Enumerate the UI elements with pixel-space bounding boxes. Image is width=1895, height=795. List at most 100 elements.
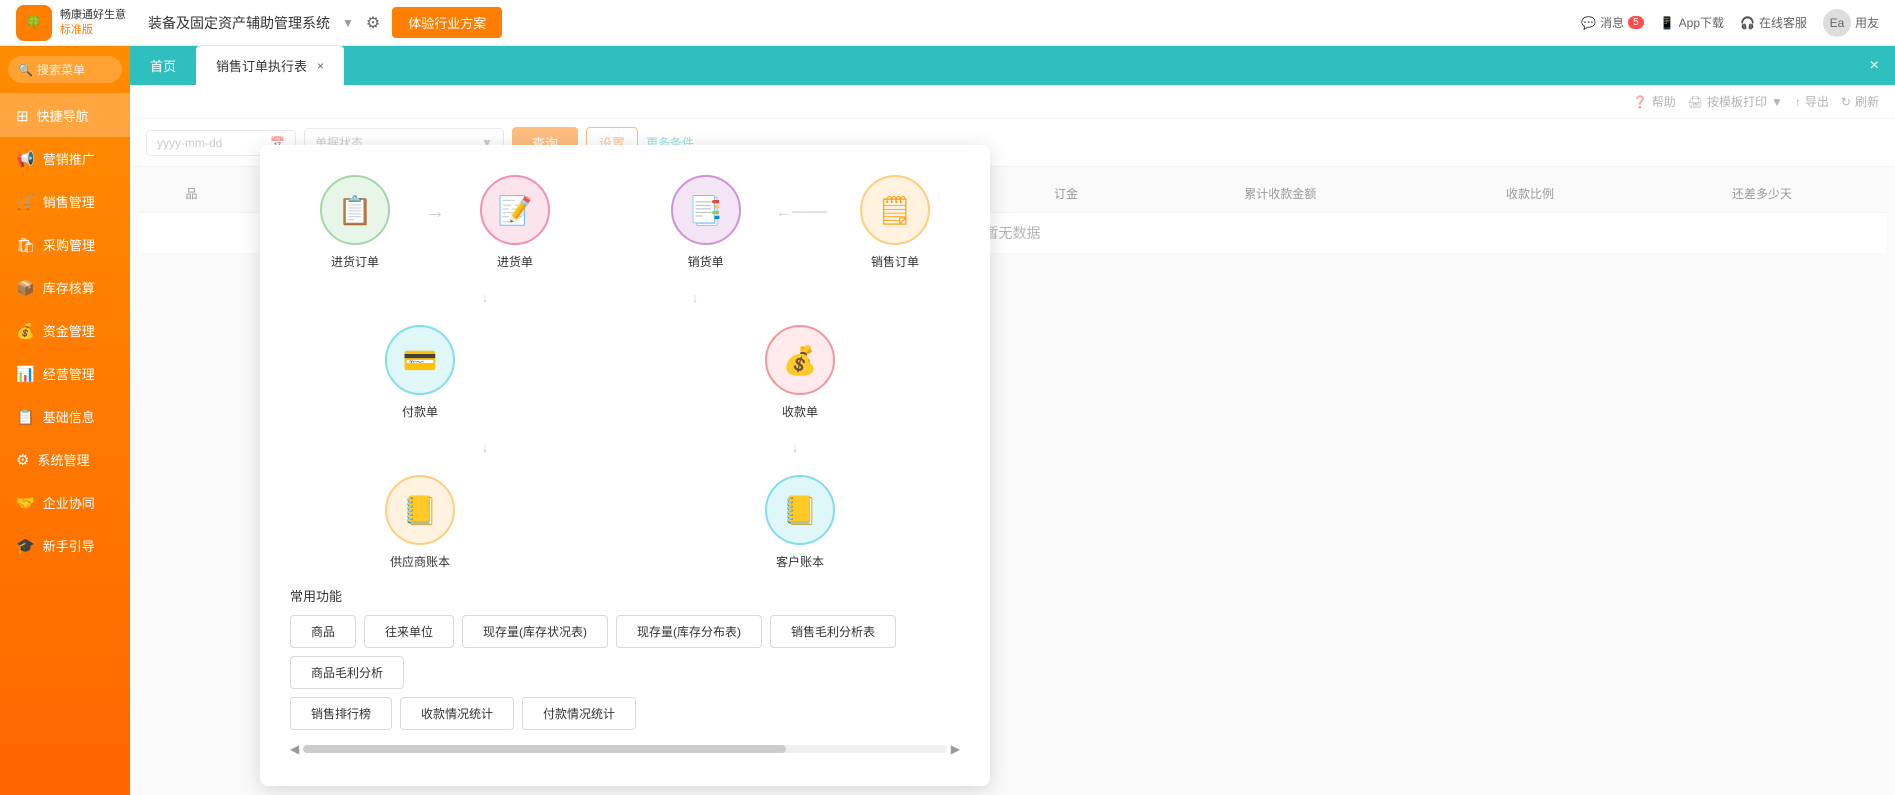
sidebar-item-enterprise[interactable]: 🤝 企业协同: [0, 481, 130, 524]
sidebar-item-label-inventory: 库存核算: [43, 278, 95, 297]
common-btn-product[interactable]: 商品: [290, 615, 356, 648]
tab-home[interactable]: 首页: [130, 46, 196, 85]
system-dropdown-arrow[interactable]: ▼: [342, 16, 354, 30]
arrow-pay-down: ↓: [420, 440, 550, 455]
app-container: 🍀 畅康通好生意 标准版 装备及固定资产辅助管理系统 ▼ ⚙ 体验行业方案 💬 …: [0, 0, 1895, 795]
sidebar: 🔍 搜索菜单 ⊞ 快捷导航 📢 营销推广 🛒 销售管理 🛍 采购管理: [0, 46, 130, 795]
receipt-bill-label: 收款单: [782, 403, 818, 420]
scroll-left-btn[interactable]: ◀: [290, 742, 299, 756]
common-functions-title: 常用功能: [290, 586, 960, 605]
common-btn-receipt-stats[interactable]: 收款情况统计: [400, 697, 514, 730]
payment-bill-node: 💳 付款单: [355, 325, 485, 420]
sales-order-node: 🗒 销售订单: [830, 175, 960, 270]
sidebar-item-operations[interactable]: 📊 经营管理: [0, 352, 130, 395]
tab-sales-orders[interactable]: 销售订单执行表 ×: [196, 46, 344, 85]
top-bar: 🍀 畅康通好生意 标准版 装备及固定资产辅助管理系统 ▼ ⚙ 体验行业方案 💬 …: [0, 0, 1895, 46]
receipt-bill-node: 💰 收款单: [735, 325, 865, 420]
top-bar-right: 💬 消息 5 📱 App下载 🎧 在线客服 Ea 用友: [1581, 9, 1879, 37]
sales-bill-circle: 📑: [671, 175, 741, 245]
sidebar-search-inner[interactable]: 🔍 搜索菜单: [8, 56, 122, 83]
app-download-btn[interactable]: 📱 App下载: [1660, 14, 1724, 31]
sidebar-item-marketing[interactable]: 📢 营销推广: [0, 137, 130, 180]
supplier-ledger-circle: 📒: [385, 475, 455, 545]
common-btn-payment-stats[interactable]: 付款情况统计: [522, 697, 636, 730]
enterprise-icon: 🤝: [16, 494, 35, 512]
sidebar-item-inventory[interactable]: 📦 库存核算: [0, 266, 130, 309]
sidebar-item-label-system: 系统管理: [37, 450, 89, 469]
common-btn-parties[interactable]: 往来单位: [364, 615, 454, 648]
sidebar-search-area[interactable]: 🔍 搜索菜单: [0, 46, 130, 94]
message-btn[interactable]: 💬 消息 5: [1581, 14, 1644, 31]
sidebar-item-label-purchase: 采购管理: [43, 235, 95, 254]
flow-modal: 📋 进货订单 → 📝: [260, 145, 990, 786]
payment-bill-label: 付款单: [402, 403, 438, 420]
receipt-bill-circle: 💰: [765, 325, 835, 395]
search-label: 搜索菜单: [37, 61, 85, 78]
supplier-ledger-label: 供应商账本: [390, 553, 450, 570]
purchase-order-circle: 📋: [320, 175, 390, 245]
newbie-icon: 🎓: [16, 537, 35, 555]
tab-sales-orders-label: 销售订单执行表: [216, 56, 307, 75]
marketing-icon: 📢: [16, 150, 35, 168]
purchase-bill-icon: 📝: [498, 194, 533, 227]
user-label: 用友: [1855, 14, 1879, 31]
avatar-text: Ea: [1830, 16, 1845, 30]
sales-order-icon: 🗒: [877, 194, 913, 227]
sales-order-circle: 🗒: [860, 175, 930, 245]
system-title: 装备及固定资产辅助管理系统: [148, 13, 330, 33]
app-download-label: App下载: [1679, 14, 1724, 31]
purchase-order-label: 进货订单: [331, 253, 379, 270]
flow-row-arrows: ↓ ↓: [290, 290, 960, 305]
flow-diagram: 📋 进货订单 → 📝: [290, 175, 960, 570]
common-btn-sales-profit[interactable]: 销售毛利分析表: [770, 615, 896, 648]
scroll-right-btn[interactable]: ▶: [951, 742, 960, 756]
modal-overlay[interactable]: 📋 进货订单 → 📝: [130, 85, 1895, 795]
payment-bill-icon: 💳: [403, 344, 438, 377]
purchase-bill-label: 进货单: [497, 253, 533, 270]
logo-icon: 🍀: [16, 5, 52, 41]
finance-icon: 💰: [16, 322, 35, 340]
experience-btn[interactable]: 体验行业方案: [392, 7, 502, 38]
logo-text-line2: 标准版: [60, 23, 126, 37]
sales-order-label: 销售订单: [871, 253, 919, 270]
receipt-bill-icon: 💰: [783, 344, 818, 377]
common-section: 常用功能 商品 往来单位 现存量(库存状况表) 现存量(库存分布表) 销售毛利分…: [290, 586, 960, 730]
sidebar-item-quick-nav[interactable]: ⊞ 快捷导航: [0, 94, 130, 137]
sidebar-item-newbie[interactable]: 🎓 新手引导: [0, 524, 130, 567]
common-btn-stock-status[interactable]: 现存量(库存状况表): [462, 615, 608, 648]
system-icon: ⚙: [16, 451, 29, 469]
common-btn-sales-rank[interactable]: 销售排行榜: [290, 697, 392, 730]
tab-close-btn[interactable]: ×: [317, 59, 324, 73]
arrow-po-to-pb: →: [425, 201, 445, 244]
settings-icon[interactable]: ⚙: [366, 13, 380, 33]
flow-row-arrows2: ↓ ↓: [290, 440, 960, 455]
page-content: ❓ 帮助 🖨 按模板打印 ▼ ↑ 导出 ↻ 刷新: [130, 85, 1895, 795]
common-btn-stock-dist[interactable]: 现存量(库存分布表): [616, 615, 762, 648]
customer-ledger-circle: 📒: [765, 475, 835, 545]
online-service-label: 在线客服: [1759, 14, 1807, 31]
customer-ledger-node: 📒 客户账本: [735, 475, 865, 570]
purchase-order-icon: 📋: [338, 194, 373, 227]
sales-icon: 🛒: [16, 193, 35, 211]
logo-text-line1: 畅康通好生意: [60, 8, 126, 22]
modal-scrollbar-container: ◀ ▶: [290, 742, 960, 756]
sales-bill-node: 📑 销货单: [641, 175, 771, 270]
common-buttons-row2: 销售排行榜 收款情况统计 付款情况统计: [290, 697, 960, 730]
modal-scrollbar[interactable]: [303, 745, 947, 753]
sidebar-item-finance[interactable]: 💰 资金管理: [0, 309, 130, 352]
sidebar-item-basic-info[interactable]: 📋 基础信息: [0, 395, 130, 438]
purchase-order-node: 📋 进货订单: [290, 175, 420, 270]
sidebar-item-purchase[interactable]: 🛍 采购管理: [0, 223, 130, 266]
logo-area: 🍀 畅康通好生意 标准版: [16, 5, 136, 41]
tab-bar-close-btn[interactable]: ×: [1854, 47, 1895, 85]
sidebar-item-sales[interactable]: 🛒 销售管理: [0, 180, 130, 223]
payment-bill-circle: 💳: [385, 325, 455, 395]
avatar: Ea: [1823, 9, 1851, 37]
sidebar-item-system[interactable]: ⚙ 系统管理: [0, 438, 130, 481]
online-service-btn[interactable]: 🎧 在线客服: [1740, 14, 1807, 31]
sidebar-item-label-newbie: 新手引导: [43, 536, 95, 555]
user-btn[interactable]: Ea 用友: [1823, 9, 1879, 37]
sidebar-item-label-marketing: 营销推广: [43, 149, 95, 168]
inventory-icon: 📦: [16, 279, 35, 297]
common-btn-product-profit[interactable]: 商品毛利分析: [290, 656, 404, 689]
